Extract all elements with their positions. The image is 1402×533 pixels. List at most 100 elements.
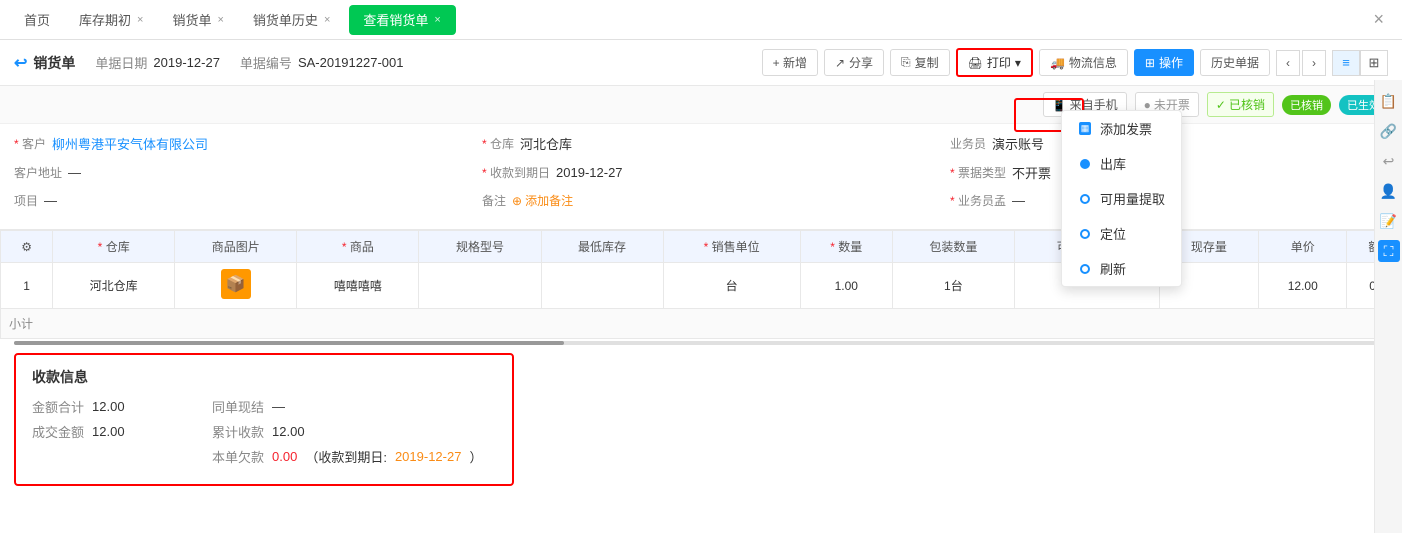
share-button[interactable]: ↗ 分享: [824, 49, 884, 76]
list-view-button[interactable]: ≡: [1332, 50, 1360, 76]
refresh-label: 刷新: [1100, 259, 1126, 278]
cell-pack-qty: 1台: [892, 263, 1014, 309]
subtotal-label: 小计: [1, 309, 1402, 339]
right-panel-icon-6[interactable]: ⛶: [1378, 240, 1400, 262]
doc-date-label: 单据日期: [95, 53, 147, 72]
outbound-label: 出库: [1100, 154, 1126, 173]
locate-icon: [1078, 227, 1092, 241]
col-min-stock: 最低库存: [541, 231, 663, 263]
operate-button-label: 操作: [1159, 54, 1183, 71]
logistics-button[interactable]: 🚚 物流信息: [1039, 49, 1128, 76]
right-panel-icon-3[interactable]: ↩: [1378, 150, 1400, 172]
address-label: 客户地址: [14, 164, 62, 181]
checked-icon: ✓: [1216, 98, 1226, 112]
tab-bar: 首页 库存期初 × 销货单 × 销货单历史 × 查看销货单 × ×: [0, 0, 1402, 40]
add-note-button[interactable]: ⊕ 添加备注: [512, 192, 573, 209]
project-field: 项目 —: [14, 192, 452, 209]
next-button[interactable]: ›: [1302, 50, 1326, 76]
tab-home[interactable]: 首页: [10, 0, 65, 40]
new-button[interactable]: + 新增: [762, 49, 818, 76]
print-dropdown-arrow: ▾: [1015, 56, 1021, 70]
staff-value: 演示账号: [992, 134, 1044, 153]
tab-home-label: 首页: [24, 10, 50, 29]
same-order-label: 同单现结: [212, 397, 264, 416]
operate-button[interactable]: ⊞ 操作: [1134, 49, 1194, 76]
dropdown-overlay: ▦ 添加发票 出库 可用量提取: [1061, 110, 1182, 287]
current-debt-value: 0.00: [272, 449, 297, 464]
cell-unit: 台: [663, 263, 800, 309]
doc-header: ↩ 销货单 单据日期 2019-12-27 单据编号 SA-20191227-0…: [0, 40, 1402, 86]
tab-inventory-close[interactable]: ×: [137, 14, 143, 26]
print-button[interactable]: 🖨 打印 ▾: [956, 48, 1033, 77]
col-unit: 销售单位: [663, 231, 800, 263]
right-panel-icon-4[interactable]: 👤: [1378, 180, 1400, 202]
col-price: 单价: [1259, 231, 1347, 263]
print-icon: 🖨: [968, 56, 983, 70]
total-amount-label: 金额合计: [32, 397, 84, 416]
ticket-type-value: 不开票: [1012, 163, 1051, 182]
right-panel-icon-5[interactable]: 📝: [1378, 210, 1400, 232]
locate-label: 定位: [1100, 224, 1126, 243]
current-debt-detail-item: 本单欠款 0.00 （收款到期日: 2019-12-27 ）: [212, 447, 482, 466]
logistics-icon: 🚚: [1050, 56, 1065, 70]
salesperson-value: —: [1012, 193, 1025, 208]
right-panel-icon-2[interactable]: 🔗: [1378, 120, 1400, 142]
scroll-indicator: [14, 341, 1388, 345]
customer-value[interactable]: 柳州粤港平安气体有限公司: [52, 134, 208, 153]
total-amount-item: 金额合计 12.00: [32, 397, 172, 416]
copy-button[interactable]: ⎘ 复制: [890, 49, 950, 76]
tab-sales-history-close[interactable]: ×: [324, 14, 330, 26]
new-button-label: + 新增: [773, 54, 807, 71]
product-image: [221, 269, 251, 299]
menu-item-add-invoice[interactable]: ▦ 添加发票: [1062, 111, 1181, 146]
payment-date-field: 收款到期日 2019-12-27: [482, 164, 920, 181]
salesperson-label: 业务员孟: [950, 192, 1006, 209]
info-row-2: 成交金额 12.00 累计收款 12.00: [32, 422, 496, 441]
total-amount-value: 12.00: [92, 399, 125, 414]
menu-item-refresh[interactable]: 刷新: [1062, 251, 1181, 286]
menu-item-locate[interactable]: 定位: [1062, 216, 1181, 251]
payment-date-value: 2019-12-27: [556, 165, 623, 180]
checked-button[interactable]: ✓ 已核销: [1207, 92, 1274, 117]
cumulative-payment-item: 累计收款 12.00: [212, 422, 352, 441]
share-button-label: 分享: [849, 54, 873, 71]
operate-icon: ⊞: [1145, 56, 1155, 70]
history-button[interactable]: 历史单据: [1200, 49, 1270, 76]
doc-actions: + 新增 ↗ 分享 ⎘ 复制 🖨 打印 ▾ 🚚 物流信息: [762, 48, 1388, 77]
tab-inventory-label: 库存期初: [79, 10, 131, 29]
add-note-icon: ⊕: [512, 194, 522, 208]
cumulative-payment-label: 累计收款: [212, 422, 264, 441]
cell-product: 嘻嘻嘻嘻: [297, 263, 419, 309]
cell-min-stock: [541, 263, 663, 309]
print-button-label: 打印: [987, 54, 1011, 71]
col-pack-qty: 包装数量: [892, 231, 1014, 263]
col-quantity: 数量: [800, 231, 892, 263]
tab-sales-close[interactable]: ×: [217, 14, 223, 26]
col-settings[interactable]: ⚙: [1, 231, 53, 263]
prev-button[interactable]: ‹: [1276, 50, 1300, 76]
grid-view-button[interactable]: ⊞: [1360, 50, 1388, 76]
tab-view-sales-close[interactable]: ×: [434, 14, 440, 26]
copy-button-label: 复制: [915, 54, 939, 71]
add-invoice-label: 添加发票: [1100, 119, 1152, 138]
menu-item-outbound[interactable]: 出库: [1062, 146, 1181, 181]
cell-spec: [419, 263, 541, 309]
col-product: 商品: [297, 231, 419, 263]
col-spec: 规格型号: [419, 231, 541, 263]
available-icon: [1078, 192, 1092, 206]
product-table: ⚙ 仓库 商品图片 商品 规格型号 最低库存 销售单位 数量 包装数量 可用量（…: [0, 230, 1402, 339]
tab-sales-history[interactable]: 销货单历史 ×: [239, 0, 345, 40]
tab-view-sales[interactable]: 查看销货单 ×: [349, 5, 455, 35]
window-close-button[interactable]: ×: [1365, 9, 1392, 30]
right-panel-icon-1[interactable]: 📋: [1378, 90, 1400, 112]
tab-inventory[interactable]: 库存期初 ×: [65, 0, 158, 40]
doc-type-label: 销货单: [33, 53, 75, 73]
subtotal-row: 小计: [1, 309, 1402, 339]
doc-number-value: SA-20191227-001: [298, 55, 404, 70]
payment-date-label: 收款到期日: [482, 164, 550, 181]
tab-sales[interactable]: 销货单 ×: [158, 0, 238, 40]
staff-label: 业务员: [950, 135, 986, 152]
same-order-value: —: [272, 399, 285, 414]
payment-info-box: 收款信息 金额合计 12.00 同单现结 — 成交金额 12.00 累计收款: [14, 353, 514, 486]
menu-item-available[interactable]: 可用量提取: [1062, 181, 1181, 216]
